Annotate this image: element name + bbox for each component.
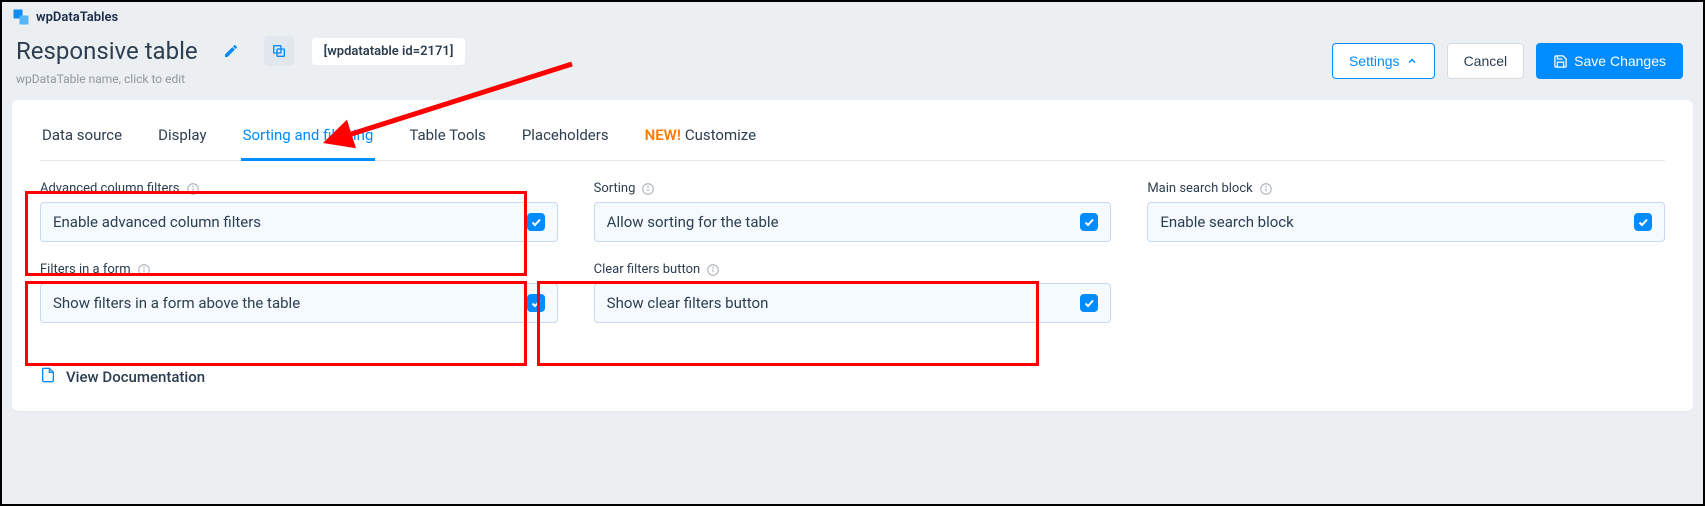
cancel-button-label: Cancel [1464,53,1508,69]
info-icon[interactable] [1259,182,1273,196]
checkbox-checked-icon [1634,213,1652,231]
edit-icon[interactable] [216,36,246,66]
brand-logo-icon [12,8,30,26]
header-actions: Settings Cancel Save Changes [1332,43,1689,79]
tabs: Data source Display Sorting and filterin… [40,116,1665,161]
setting-advanced-filters: Advanced column filters Enable advanced … [40,181,558,242]
header: Responsive table [wpdatatable id=2171] w… [2,32,1703,86]
brand-bar: wpDataTables [2,2,1703,32]
checkbox-clear-filters[interactable]: Show clear filters button [594,283,1112,323]
tab-placeholders[interactable]: Placeholders [520,116,611,161]
chevron-up-icon [1406,55,1418,67]
tab-customize[interactable]: NEW!Customize [643,116,758,161]
setting-sorting: Sorting Allow sorting for the table [594,181,1112,242]
shortcode-display[interactable]: [wpdatatable id=2171] [312,38,466,65]
settings-grid: Advanced column filters Enable advanced … [40,181,1665,323]
settings-button[interactable]: Settings [1332,43,1435,79]
info-icon[interactable] [186,182,200,196]
view-documentation-label: View Documentation [66,368,205,386]
tab-table-tools[interactable]: Table Tools [407,116,487,161]
checkbox-main-search[interactable]: Enable search block [1147,202,1665,242]
info-icon[interactable] [706,263,720,277]
checkbox-advanced-filters[interactable]: Enable advanced column filters [40,202,558,242]
setting-clear-filters-label: Clear filters button [594,262,701,277]
copy-icon[interactable] [264,36,294,66]
checkbox-sorting[interactable]: Allow sorting for the table [594,202,1112,242]
cancel-button[interactable]: Cancel [1447,43,1525,79]
new-badge: NEW! [645,126,681,144]
setting-sorting-label: Sorting [594,181,636,196]
view-documentation-link[interactable]: View Documentation [40,367,205,387]
file-icon [40,367,56,387]
checkbox-filters-form-text: Show filters in a form above the table [53,294,300,312]
page-title[interactable]: Responsive table [16,37,198,65]
checkbox-main-search-text: Enable search block [1160,213,1293,231]
brand-name: wpDataTables [36,10,118,25]
checkbox-checked-icon [1080,213,1098,231]
checkbox-sorting-text: Allow sorting for the table [607,213,779,231]
save-icon [1553,54,1568,69]
checkbox-clear-filters-text: Show clear filters button [607,294,769,312]
page-subtitle: wpDataTable name, click to edit [16,72,465,86]
checkbox-checked-icon [527,213,545,231]
checkbox-checked-icon [1080,294,1098,312]
info-icon[interactable] [137,263,151,277]
setting-filters-form-label: Filters in a form [40,262,131,277]
setting-clear-filters: Clear filters button Show clear filters … [594,262,1112,323]
settings-panel: Data source Display Sorting and filterin… [12,100,1693,411]
tab-data-source[interactable]: Data source [40,116,124,161]
save-button-label: Save Changes [1574,53,1666,69]
setting-advanced-filters-label: Advanced column filters [40,181,180,196]
info-icon[interactable] [641,182,655,196]
setting-main-search-label: Main search block [1147,181,1252,196]
save-button[interactable]: Save Changes [1536,43,1683,79]
setting-filters-form: Filters in a form Show filters in a form… [40,262,558,323]
tab-display[interactable]: Display [156,116,208,161]
settings-button-label: Settings [1349,53,1400,69]
checkbox-advanced-filters-text: Enable advanced column filters [53,213,261,231]
checkbox-filters-form[interactable]: Show filters in a form above the table [40,283,558,323]
checkbox-checked-icon [527,294,545,312]
setting-main-search: Main search block Enable search block [1147,181,1665,242]
tab-customize-label: Customize [685,126,756,144]
tab-sorting-filtering[interactable]: Sorting and filtering [241,116,376,161]
